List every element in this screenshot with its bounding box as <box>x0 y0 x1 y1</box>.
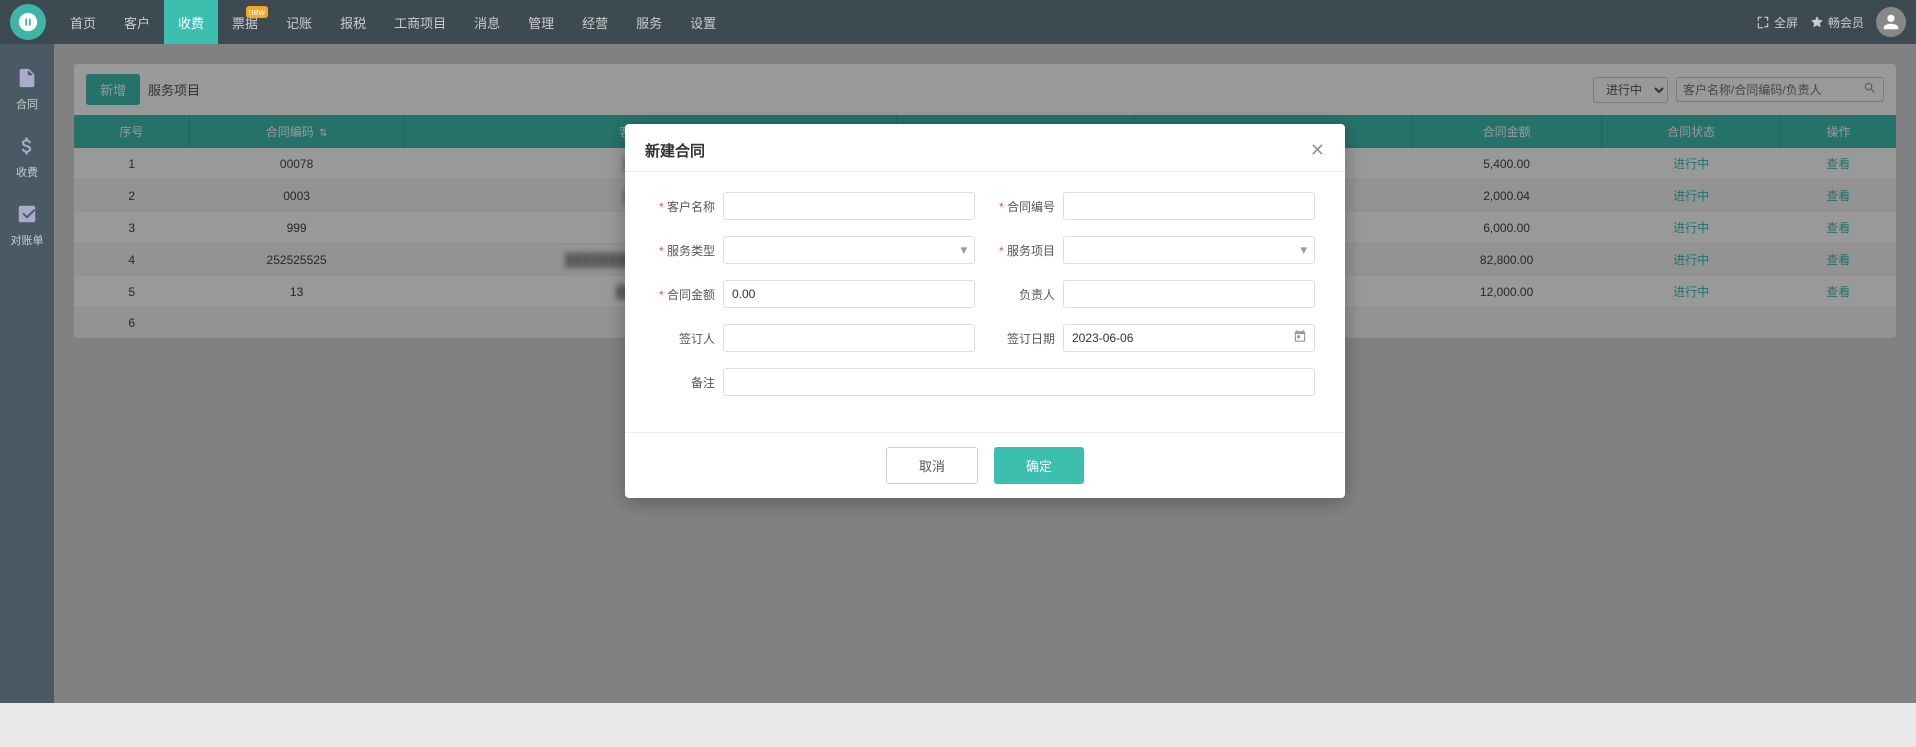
form-row-1: 客户名称 合同编号 <box>655 192 1315 220</box>
remark-input[interactable] <box>723 368 1315 396</box>
nav-tax[interactable]: 报税 <box>326 0 380 44</box>
form-group-responsible: 负责人 <box>995 280 1315 308</box>
nav-customer[interactable]: 客户 <box>110 0 164 44</box>
contract-no-label: 合同编号 <box>995 198 1055 215</box>
modal-body: 客户名称 合同编号 服务类型 小规模记账 一般纳税人记账 <box>625 172 1345 432</box>
form-row-2: 服务类型 小规模记账 一般纳税人记账 其他 服务项目 <box>655 236 1315 264</box>
form-group-amount: 合同金额 <box>655 280 975 308</box>
modal-close-button[interactable]: ✕ <box>1310 140 1325 161</box>
nav-manage[interactable]: 管理 <box>514 0 568 44</box>
amount-label: 合同金额 <box>655 286 715 303</box>
sidebar-contract-label: 合同 <box>16 96 38 112</box>
fee-icon <box>13 132 41 160</box>
responsible-input[interactable] <box>1063 280 1315 308</box>
form-group-service-item: 服务项目 <box>995 236 1315 264</box>
sidebar-item-contract[interactable]: 合同 <box>0 54 54 122</box>
top-nav: 首页 客户 收费 票据 new 记账 报税 工商项目 消息 管理 经营 服务 设… <box>0 0 1916 44</box>
user-avatar[interactable] <box>1876 7 1906 37</box>
contract-icon <box>13 64 41 92</box>
modal-overlay: 新建合同 ✕ 客户名称 合同编号 服务类型 <box>54 44 1916 703</box>
form-row-3: 合同金额 负责人 <box>655 280 1315 308</box>
statement-icon <box>13 200 41 228</box>
new-contract-modal: 新建合同 ✕ 客户名称 合同编号 服务类型 <box>625 124 1345 498</box>
nav-home[interactable]: 首页 <box>56 0 110 44</box>
nav-bookkeeping[interactable]: 记账 <box>272 0 326 44</box>
nav-items: 首页 客户 收费 票据 new 记账 报税 工商项目 消息 管理 经营 服务 设… <box>56 0 1756 44</box>
form-group-customer: 客户名称 <box>655 192 975 220</box>
nav-service[interactable]: 服务 <box>622 0 676 44</box>
service-item-label: 服务项目 <box>995 242 1055 259</box>
signer-label: 签订人 <box>655 330 715 347</box>
form-group-contract-no: 合同编号 <box>995 192 1315 220</box>
responsible-label: 负责人 <box>995 286 1055 303</box>
nav-operation[interactable]: 经营 <box>568 0 622 44</box>
nav-message[interactable]: 消息 <box>460 0 514 44</box>
sidebar-item-fee[interactable]: 收费 <box>0 122 54 190</box>
nav-fee[interactable]: 收费 <box>164 0 218 44</box>
sign-date-label: 签订日期 <box>995 330 1055 347</box>
form-group-service-type: 服务类型 小规模记账 一般纳税人记账 其他 <box>655 236 975 264</box>
service-item-select[interactable] <box>1063 236 1315 264</box>
sign-date-input[interactable] <box>1063 324 1315 352</box>
form-group-remark: 备注 <box>655 368 1315 396</box>
service-item-select-wrapper <box>1063 236 1315 264</box>
remark-label: 备注 <box>655 374 715 391</box>
nav-settings[interactable]: 设置 <box>676 0 730 44</box>
service-type-label: 服务类型 <box>655 242 715 259</box>
signer-input[interactable] <box>723 324 975 352</box>
modal-title: 新建合同 <box>645 140 705 161</box>
app-logo <box>10 4 46 40</box>
form-row-4: 签订人 签订日期 <box>655 324 1315 352</box>
form-group-signer: 签订人 <box>655 324 975 352</box>
modal-header: 新建合同 ✕ <box>625 124 1345 172</box>
contract-no-input[interactable] <box>1063 192 1315 220</box>
customer-name-input[interactable] <box>723 192 975 220</box>
vip-label: 畅会员 <box>1828 14 1864 31</box>
new-badge: new <box>246 6 269 18</box>
form-group-sign-date: 签订日期 <box>995 324 1315 352</box>
nav-right: 全屏 畅会员 <box>1756 7 1906 37</box>
sidebar-statement-label: 对账单 <box>11 232 44 248</box>
nav-invoice[interactable]: 票据 new <box>218 0 272 44</box>
amount-input[interactable] <box>723 280 975 308</box>
form-row-5: 备注 <box>655 368 1315 396</box>
sign-date-wrapper <box>1063 324 1315 352</box>
cancel-button[interactable]: 取消 <box>886 447 978 484</box>
fullscreen-label: 全屏 <box>1774 14 1798 31</box>
sidebar: 合同 收费 对账单 <box>0 44 54 703</box>
nav-business[interactable]: 工商项目 <box>380 0 460 44</box>
calendar-icon[interactable] <box>1293 330 1307 347</box>
modal-footer: 取消 确定 <box>625 432 1345 498</box>
customer-name-label: 客户名称 <box>655 198 715 215</box>
vip-button[interactable]: 畅会员 <box>1810 14 1864 31</box>
service-type-select-wrapper: 小规模记账 一般纳税人记账 其他 <box>723 236 975 264</box>
confirm-button[interactable]: 确定 <box>994 447 1084 484</box>
service-type-select[interactable]: 小规模记账 一般纳税人记账 其他 <box>723 236 975 264</box>
fullscreen-button[interactable]: 全屏 <box>1756 14 1798 31</box>
sidebar-item-statement[interactable]: 对账单 <box>0 190 54 258</box>
sidebar-fee-label: 收费 <box>16 164 38 180</box>
